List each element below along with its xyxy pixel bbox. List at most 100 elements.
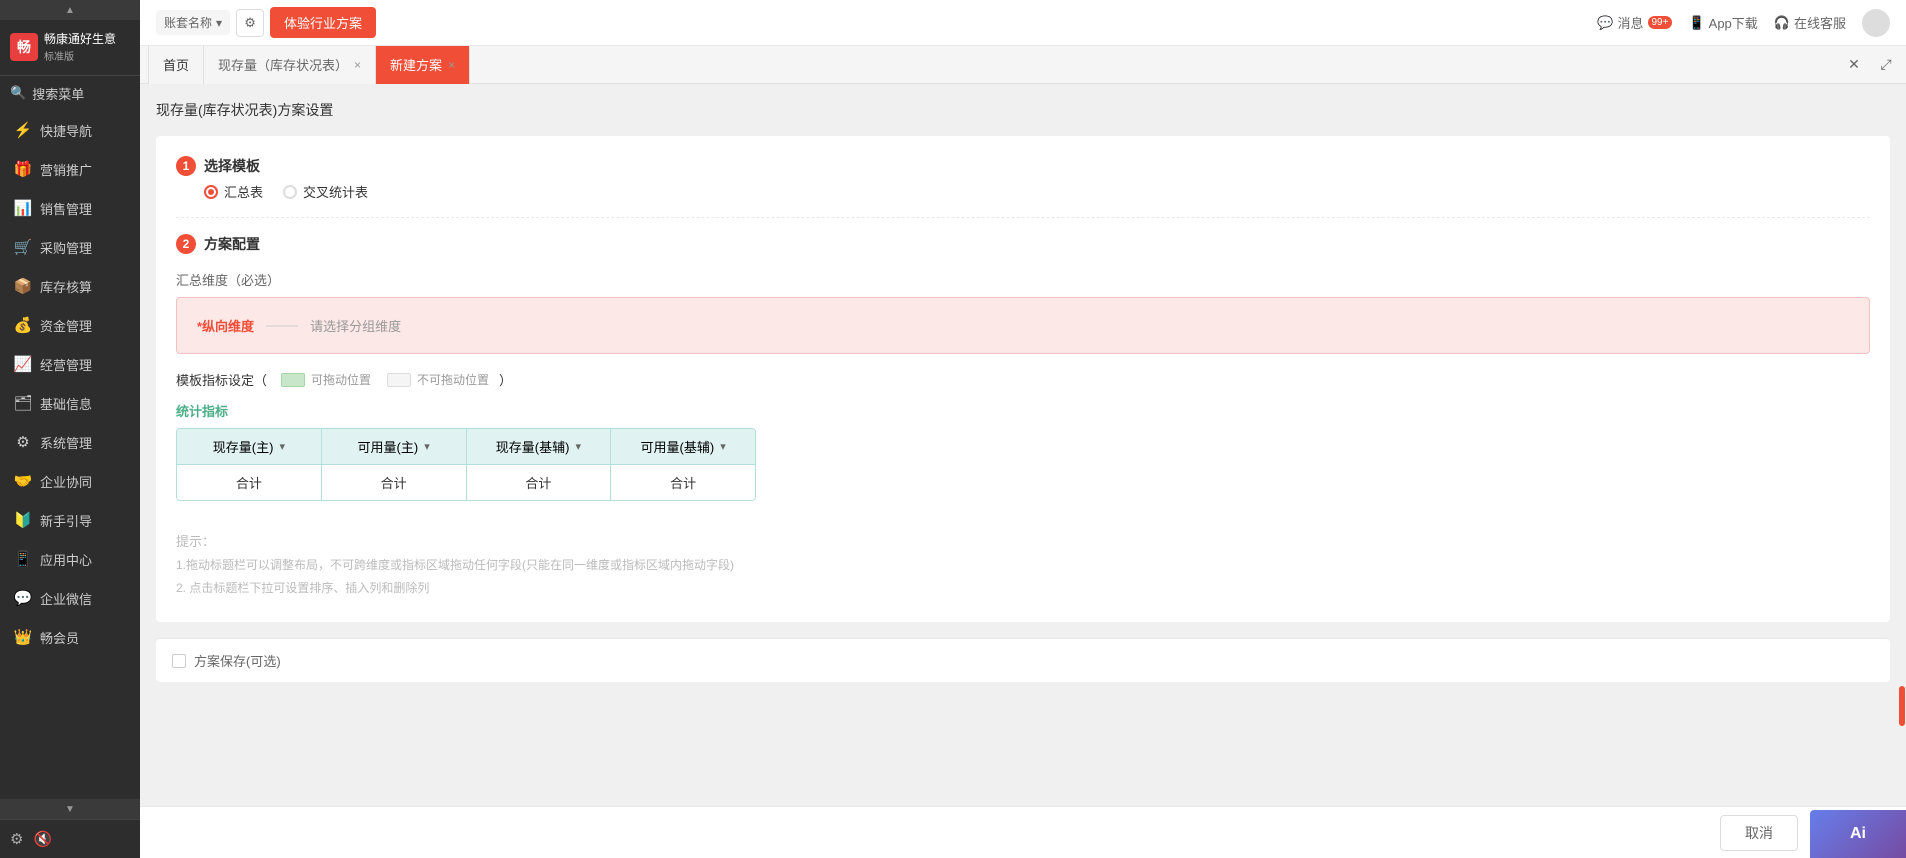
marketing-icon: 🎁: [14, 160, 32, 178]
gear-icon: ⚙: [244, 15, 256, 31]
sidebar-item-finance[interactable]: 💰 资金管理: [0, 306, 140, 345]
sidebar-item-app-center[interactable]: 📱 应用中心: [0, 540, 140, 579]
sidebar: ▲ 畅 畅康通好生意 标准版 🔍 搜索菜单 ⚡ 快捷导航 🎁 营销推广 📊 销售…: [0, 0, 140, 858]
sidebar-item-label: 企业协同: [40, 472, 92, 491]
message-icon: 💬: [1597, 15, 1613, 31]
tabsbar: 首页 现存量（库存状况表） × 新建方案 × ✕ ⤢: [140, 46, 1906, 84]
topbar-settings-button[interactable]: ⚙: [236, 9, 264, 37]
messages-button[interactable]: 💬 消息 99+: [1597, 13, 1672, 32]
save-checkbox[interactable]: [172, 654, 186, 668]
sidebar-item-label: 系统管理: [40, 433, 92, 452]
indicators-config-label: 模板指标设定（: [176, 370, 267, 389]
user-avatar[interactable]: [1862, 9, 1890, 37]
stock-icon: 📦: [14, 277, 32, 295]
sidebar-item-marketing[interactable]: 🎁 营销推广: [0, 150, 140, 189]
window-close-button[interactable]: ✕: [1842, 53, 1866, 77]
col-header-3[interactable]: 可用量(基辅) ▾: [611, 429, 755, 464]
content-area: 现存量(库存状况表)方案设置 1 选择模板 汇总表 交叉统计表 2: [140, 84, 1906, 806]
col-chevron-1: ▾: [424, 440, 430, 453]
tab-new-scheme[interactable]: 新建方案 ×: [376, 46, 470, 84]
sidebar-item-label: 经营管理: [40, 355, 92, 374]
sidebar-item-system[interactable]: ⚙ 系统管理: [0, 423, 140, 462]
topbar-left: 账套名称 ▾ ⚙ 体验行业方案: [156, 7, 1587, 38]
finance-icon: 💰: [14, 316, 32, 334]
operations-icon: 📈: [14, 355, 32, 373]
tip-1: 2. 点击标题栏下拉可设置排序、插入列和删除列: [176, 579, 1870, 598]
section2-title: 方案配置: [204, 234, 260, 254]
right-scrollbar[interactable]: [1898, 84, 1906, 806]
sidebar-item-quick-nav[interactable]: ⚡ 快捷导航: [0, 111, 140, 150]
inventory-tab-label: 现存量（库存状况表）: [218, 55, 348, 74]
stats-table-header: 现存量(主) ▾ 可用量(主) ▾ 现存量(基辅) ▾ 可用量(基辅) ▾: [177, 429, 755, 464]
col-label-3: 可用量(基辅): [641, 437, 715, 456]
sidebar-search[interactable]: 🔍 搜索菜单: [0, 76, 140, 111]
sidebar-item-purchase[interactable]: 🛒 采购管理: [0, 228, 140, 267]
sidebar-bottom: ⚙ 🔇: [0, 819, 140, 858]
new-scheme-close[interactable]: ×: [448, 58, 455, 72]
sidebar-item-label: 营销推广: [40, 160, 92, 179]
home-tab-label: 首页: [163, 55, 189, 74]
sidebar-nav: ⚡ 快捷导航 🎁 营销推广 📊 销售管理 🛒 采购管理 📦 库存核算 💰 资金管…: [0, 111, 140, 799]
sidebar-item-operations[interactable]: 📈 经营管理: [0, 345, 140, 384]
sidebar-item-stock[interactable]: 📦 库存核算: [0, 267, 140, 306]
logo-app-name: 畅康通好生意: [44, 32, 116, 48]
settings-card: 1 选择模板 汇总表 交叉统计表 2 方案配置 汇总维度（必选: [156, 136, 1890, 622]
stats-table-body: 合计 合计 合计 合计: [177, 464, 755, 500]
sound-icon[interactable]: 🔇: [33, 830, 52, 848]
draggable-legend-label: 可拖动位置: [311, 371, 371, 388]
vertical-dimension-row[interactable]: *纵向维度 —— 请选择分组维度: [176, 297, 1870, 354]
purchase-icon: 🛒: [14, 238, 32, 256]
radio-summary-label: 汇总表: [224, 182, 263, 201]
industry-scheme-button[interactable]: 体验行业方案: [270, 7, 376, 38]
window-expand-button[interactable]: ⤢: [1874, 53, 1898, 77]
sidebar-item-wechat[interactable]: 💬 企业微信: [0, 579, 140, 618]
sidebar-scroll-down[interactable]: ▼: [0, 799, 140, 819]
col-chevron-3: ▾: [720, 440, 726, 453]
app-download-label: App下载: [1709, 13, 1758, 32]
cancel-button[interactable]: 取消: [1720, 815, 1798, 851]
messages-badge: 99+: [1648, 16, 1673, 29]
sidebar-item-basic-info[interactable]: 🗂 基础信息: [0, 384, 140, 423]
section1-title: 选择模板: [204, 156, 260, 176]
indicators-config-row: 模板指标设定（ 可拖动位置 不可拖动位置 ）: [176, 370, 1870, 389]
radio-summary[interactable]: 汇总表: [204, 182, 263, 201]
inventory-tab-close[interactable]: ×: [354, 58, 361, 72]
indicators-config-close: ）: [499, 370, 512, 389]
service-label: 在线客服: [1794, 13, 1846, 32]
section2-header: 2 方案配置: [176, 234, 1870, 254]
radio-cross[interactable]: 交叉统计表: [283, 182, 368, 201]
sidebar-item-new-guide[interactable]: 🔰 新手引导: [0, 501, 140, 540]
radio-summary-circle: [204, 185, 218, 199]
stats-table: 现存量(主) ▾ 可用量(主) ▾ 现存量(基辅) ▾ 可用量(基辅) ▾: [176, 428, 756, 501]
account-selector[interactable]: 账套名称 ▾: [156, 10, 230, 35]
ai-fab-button[interactable]: Ai: [1810, 810, 1906, 858]
save-label: 方案保存(可选): [194, 651, 281, 670]
template-radio-group: 汇总表 交叉统计表: [204, 182, 1870, 201]
sidebar-item-vip[interactable]: 👑 畅会员: [0, 618, 140, 657]
online-service-button[interactable]: 🎧 在线客服: [1774, 13, 1846, 32]
tab-inventory[interactable]: 现存量（库存状况表） ×: [204, 46, 376, 84]
sidebar-item-label: 企业微信: [40, 589, 92, 608]
new-guide-icon: 🔰: [14, 511, 32, 529]
section-divider-1: [176, 217, 1870, 218]
col-header-2[interactable]: 现存量(基辅) ▾: [467, 429, 612, 464]
radio-cross-circle: [283, 185, 297, 199]
settings-icon[interactable]: ⚙: [10, 830, 23, 848]
col-body-1: 合计: [322, 465, 467, 500]
cooperation-icon: 🤝: [14, 472, 32, 490]
col-chevron-0: ▾: [279, 440, 285, 453]
app-download-button[interactable]: 📱 App下载: [1688, 13, 1757, 32]
sidebar-item-cooperation[interactable]: 🤝 企业协同: [0, 462, 140, 501]
vertical-dim-label: *纵向维度: [197, 316, 254, 335]
tab-home[interactable]: 首页: [148, 46, 204, 84]
dimension-label: 汇总维度（必选）: [176, 270, 1870, 289]
col-header-1[interactable]: 可用量(主) ▾: [322, 429, 467, 464]
save-row: 方案保存(可选): [156, 638, 1890, 682]
radio-cross-label: 交叉统计表: [303, 182, 368, 201]
quick-nav-icon: ⚡: [14, 121, 32, 139]
sidebar-item-label: 基础信息: [40, 394, 92, 413]
vertical-dim-separator: ——: [266, 317, 298, 335]
col-header-0[interactable]: 现存量(主) ▾: [177, 429, 322, 464]
sidebar-scroll-up[interactable]: ▲: [0, 0, 140, 20]
sidebar-item-sales[interactable]: 📊 销售管理: [0, 189, 140, 228]
